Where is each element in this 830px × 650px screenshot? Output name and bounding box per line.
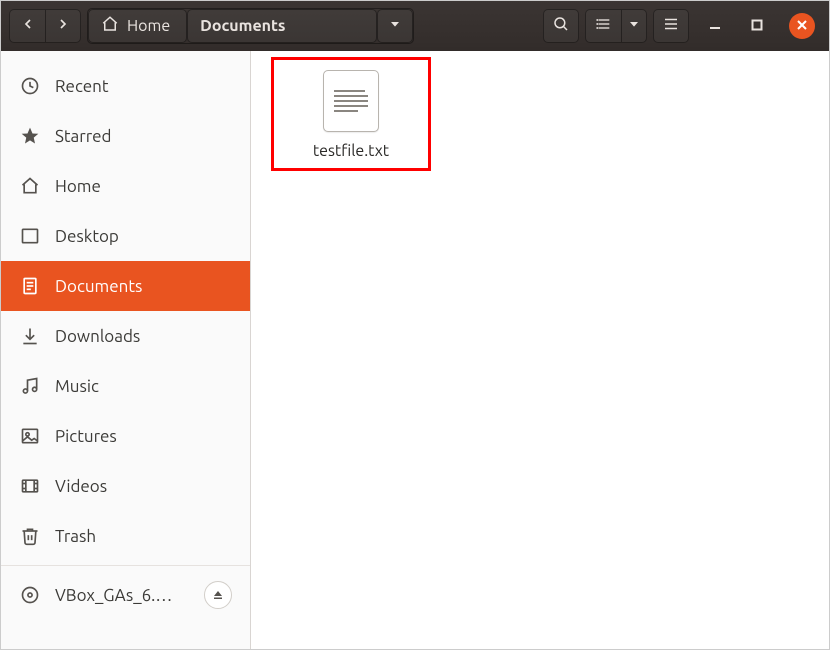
sidebar-item-label: Documents bbox=[55, 277, 142, 296]
breadcrumb-current[interactable]: Documents bbox=[187, 9, 376, 43]
file-name-label: testfile.txt bbox=[313, 142, 389, 160]
sidebar-item-label: Music bbox=[55, 377, 99, 396]
caret-down-icon bbox=[387, 16, 403, 36]
sidebar-item-mounted-volume[interactable]: VBox_GAs_6.… bbox=[1, 570, 250, 620]
home-icon bbox=[101, 15, 119, 37]
hamburger-menu-button[interactable] bbox=[653, 9, 689, 43]
sidebar-item-starred[interactable]: Starred bbox=[1, 111, 250, 161]
breadcrumb-home-label: Home bbox=[127, 17, 170, 35]
sidebar-item-pictures[interactable]: Pictures bbox=[1, 411, 250, 461]
clock-icon bbox=[19, 76, 41, 96]
downloads-icon bbox=[19, 326, 41, 346]
text-file-icon bbox=[323, 70, 379, 132]
eject-button[interactable] bbox=[204, 581, 232, 609]
eject-icon bbox=[212, 586, 224, 605]
places-sidebar: Recent Starred Home Desktop bbox=[1, 51, 251, 649]
sidebar-item-downloads[interactable]: Downloads bbox=[1, 311, 250, 361]
sidebar-item-documents[interactable]: Documents bbox=[1, 261, 250, 311]
caret-down-icon bbox=[626, 16, 642, 36]
sidebar-item-label: Starred bbox=[55, 127, 112, 146]
list-icon bbox=[596, 16, 612, 36]
file-item[interactable]: testfile.txt bbox=[271, 57, 431, 171]
breadcrumb-current-label: Documents bbox=[200, 17, 285, 35]
file-view[interactable]: testfile.txt bbox=[251, 51, 829, 649]
search-button[interactable] bbox=[543, 9, 579, 43]
breadcrumb-home[interactable]: Home bbox=[88, 9, 187, 43]
minimize-button[interactable] bbox=[705, 16, 725, 36]
path-dropdown-button[interactable] bbox=[377, 9, 413, 43]
documents-icon bbox=[19, 276, 41, 296]
search-icon bbox=[552, 15, 570, 37]
pictures-icon bbox=[19, 426, 41, 446]
videos-icon bbox=[19, 476, 41, 496]
minimize-icon bbox=[708, 17, 722, 35]
music-icon bbox=[19, 376, 41, 396]
window-controls bbox=[705, 13, 815, 39]
sidebar-item-label: Downloads bbox=[55, 327, 140, 346]
star-icon bbox=[19, 126, 41, 146]
view-mode-group bbox=[585, 9, 647, 43]
list-view-button[interactable] bbox=[585, 9, 621, 43]
disc-icon bbox=[19, 585, 41, 605]
close-icon bbox=[796, 17, 808, 35]
view-options-dropdown[interactable] bbox=[621, 9, 647, 43]
home-icon bbox=[19, 176, 41, 196]
breadcrumb: Home Documents bbox=[87, 8, 414, 44]
menu-icon bbox=[662, 15, 680, 37]
sidebar-item-music[interactable]: Music bbox=[1, 361, 250, 411]
sidebar-item-label: Desktop bbox=[55, 227, 119, 246]
sidebar-item-label: Trash bbox=[55, 527, 96, 546]
sidebar-item-recent[interactable]: Recent bbox=[1, 61, 250, 111]
sidebar-item-desktop[interactable]: Desktop bbox=[1, 211, 250, 261]
desktop-icon bbox=[19, 226, 41, 246]
maximize-button[interactable] bbox=[747, 16, 767, 36]
maximize-icon bbox=[751, 17, 763, 35]
close-button[interactable] bbox=[789, 13, 815, 39]
nav-buttons-group bbox=[9, 9, 81, 43]
chevron-left-icon bbox=[20, 16, 36, 36]
trash-icon bbox=[19, 526, 41, 546]
sidebar-separator bbox=[1, 565, 250, 566]
sidebar-item-trash[interactable]: Trash bbox=[1, 511, 250, 561]
sidebar-item-label: Pictures bbox=[55, 427, 117, 446]
file-manager-window: Home Documents bbox=[0, 0, 830, 650]
forward-button[interactable] bbox=[45, 9, 81, 43]
sidebar-item-label: Recent bbox=[55, 77, 109, 96]
sidebar-item-home[interactable]: Home bbox=[1, 161, 250, 211]
sidebar-item-videos[interactable]: Videos bbox=[1, 461, 250, 511]
window-body: Recent Starred Home Desktop bbox=[1, 51, 829, 649]
sidebar-item-label: Videos bbox=[55, 477, 107, 496]
sidebar-item-label: Home bbox=[55, 177, 101, 196]
sidebar-item-label: VBox_GAs_6.… bbox=[55, 586, 172, 605]
chevron-right-icon bbox=[55, 16, 71, 36]
back-button[interactable] bbox=[9, 9, 45, 43]
header-toolbar: Home Documents bbox=[1, 1, 829, 51]
